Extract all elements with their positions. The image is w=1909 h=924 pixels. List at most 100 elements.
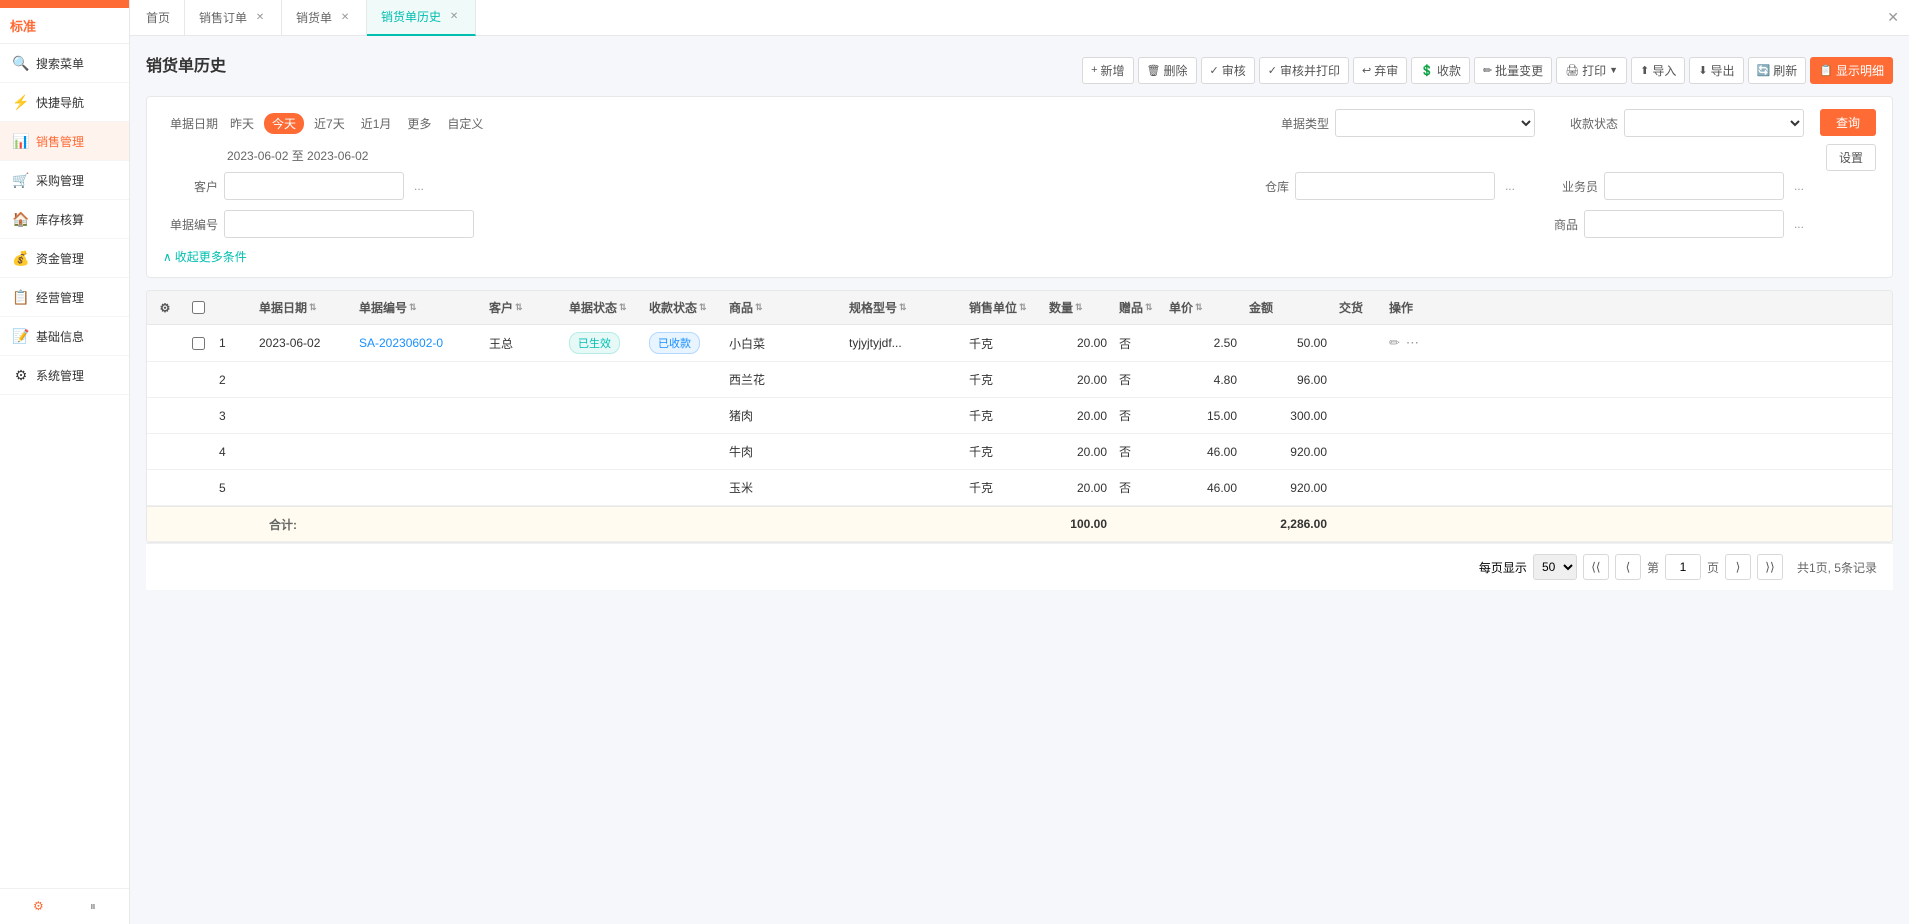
- first-page-button[interactable]: ⟨⟨: [1583, 554, 1609, 580]
- edit-icon-1[interactable]: ✏: [1389, 335, 1400, 351]
- sidebar-item-operations[interactable]: 📋 经营管理: [0, 278, 129, 317]
- th-pay-status[interactable]: 收款状态 ⇅: [643, 291, 723, 324]
- set-button[interactable]: 设置: [1826, 144, 1876, 171]
- filter-warehouse-input[interactable]: [1295, 172, 1495, 200]
- row-checkbox-1[interactable]: [192, 337, 205, 350]
- sidebar-bottom-icon2[interactable]: ⏸: [90, 899, 96, 914]
- print-label: 打印: [1582, 62, 1606, 79]
- filter-pay-status-select[interactable]: [1624, 109, 1804, 137]
- query-button[interactable]: 查询: [1820, 109, 1876, 136]
- filter-staff-label: 业务员: [1543, 178, 1598, 195]
- date-btn-yesterday[interactable]: 昨天: [224, 113, 260, 134]
- collect-button[interactable]: 💲 收款: [1411, 57, 1470, 84]
- td-trade-2: [1333, 373, 1383, 387]
- refresh-button[interactable]: 🔄 刷新: [1748, 57, 1807, 84]
- filter-order-no-input[interactable]: [224, 210, 474, 238]
- batch-change-button[interactable]: ✏ 批量变更: [1474, 57, 1552, 84]
- td-gift-1: 否: [1113, 328, 1163, 359]
- sidebar-item-finance[interactable]: 💰 资金管理: [0, 239, 129, 278]
- tab-sales-order-label: 销售订单: [199, 9, 247, 26]
- sidebar-item-quick-nav[interactable]: ⚡ 快捷导航: [0, 83, 129, 122]
- review-print-button[interactable]: ✓ 审核并打印: [1259, 57, 1349, 84]
- page-num-label: 第: [1647, 559, 1659, 576]
- sidebar-item-search-menu[interactable]: 🔍 搜索菜单: [0, 44, 129, 83]
- next-page-button[interactable]: ⟩: [1725, 554, 1751, 580]
- tab-sales-order-close[interactable]: ✕: [253, 11, 267, 25]
- th-gift[interactable]: 赠品 ⇅: [1113, 291, 1163, 324]
- page-number-input[interactable]: [1665, 554, 1701, 580]
- th-spec-label: 规格型号: [849, 299, 897, 316]
- review-icon: ✓: [1210, 64, 1219, 77]
- td-action-2: [1383, 373, 1453, 387]
- sidebar-item-label: 销售管理: [36, 133, 84, 150]
- td-order-1[interactable]: SA-20230602-0: [353, 329, 483, 357]
- filter-type-select[interactable]: [1335, 109, 1535, 137]
- date-btn-7days[interactable]: 近7天: [308, 113, 351, 134]
- filter-goods-dots[interactable]: ...: [1794, 217, 1804, 231]
- th-price[interactable]: 单价 ⇅: [1163, 291, 1243, 324]
- td-settings-3: [147, 409, 183, 423]
- th-spec[interactable]: 规格型号 ⇅: [843, 291, 963, 324]
- last-page-button[interactable]: ⟩⟩: [1757, 554, 1783, 580]
- sidebar-item-system[interactable]: ⚙ 系统管理: [0, 356, 129, 395]
- abandon-button[interactable]: ↩ 弃审: [1353, 57, 1407, 84]
- td-amount-5: 920.00: [1243, 474, 1333, 502]
- date-btn-more[interactable]: 更多: [401, 113, 437, 134]
- tab-sales-history[interactable]: 销货单历史 ✕: [367, 0, 476, 36]
- sidebar-item-purchase-mgmt[interactable]: 🛒 采购管理: [0, 161, 129, 200]
- per-page-select[interactable]: 50: [1533, 554, 1577, 580]
- sidebar-item-basic-info[interactable]: 📝 基础信息: [0, 317, 129, 356]
- td-status-5: [563, 481, 643, 495]
- td-price-4: 46.00: [1163, 438, 1243, 466]
- th-check[interactable]: [183, 291, 213, 324]
- th-customer[interactable]: 客户 ⇅: [483, 291, 563, 324]
- date-btn-1month[interactable]: 近1月: [355, 113, 398, 134]
- sidebar-item-inventory[interactable]: 🏠 库存核算: [0, 200, 129, 239]
- tab-sales-goods-close[interactable]: ✕: [338, 11, 352, 25]
- more-icon-1[interactable]: ⋯: [1406, 335, 1419, 351]
- sidebar-item-sales-mgmt[interactable]: 📊 销售管理: [0, 122, 129, 161]
- th-status[interactable]: 单据状态 ⇅: [563, 291, 643, 324]
- sidebar-top-bar: [0, 0, 129, 8]
- tab-sales-history-close[interactable]: ✕: [447, 10, 461, 24]
- order-link-1[interactable]: SA-20230602-0: [359, 336, 443, 350]
- import-button[interactable]: ⬆ 导入: [1631, 57, 1685, 84]
- td-date-3: [253, 409, 353, 423]
- show-detail-button[interactable]: 📋 显示明细: [1810, 57, 1893, 84]
- collapse-button[interactable]: ∧ 收起更多条件: [163, 248, 1804, 265]
- main-area: 首页 销售订单 ✕ 销货单 ✕ 销货单历史 ✕ ✕ 销货单历史 + 新增: [130, 0, 1909, 924]
- table-row: 4 牛肉 千克 20.00 否 46.00 920.00: [147, 434, 1892, 470]
- filter-customer-input[interactable]: [224, 172, 404, 200]
- add-button[interactable]: + 新增: [1082, 57, 1133, 84]
- prev-page-button[interactable]: ⟨: [1615, 554, 1641, 580]
- filter-customer-dots[interactable]: ...: [414, 179, 424, 193]
- filter-warehouse-dots[interactable]: ...: [1505, 179, 1515, 193]
- th-qty[interactable]: 数量 ⇅: [1043, 291, 1113, 324]
- delete-label: 删除: [1164, 62, 1188, 79]
- td-action-1: ✏ ⋯: [1383, 328, 1453, 358]
- filter-staff-dots[interactable]: ...: [1794, 179, 1804, 193]
- page-label: 页: [1707, 559, 1719, 576]
- filter-staff-input[interactable]: [1604, 172, 1784, 200]
- td-settings-5: [147, 481, 183, 495]
- review-button[interactable]: ✓ 审核: [1201, 57, 1255, 84]
- filter-goods-input[interactable]: [1584, 210, 1784, 238]
- th-settings[interactable]: ⚙: [147, 291, 183, 324]
- tab-home[interactable]: 首页: [130, 0, 185, 36]
- th-order[interactable]: 单据编号 ⇅: [353, 291, 483, 324]
- th-goods[interactable]: 商品 ⇅: [723, 291, 843, 324]
- date-btn-custom[interactable]: 自定义: [441, 113, 489, 134]
- date-btn-today[interactable]: 今天: [264, 113, 304, 134]
- export-button[interactable]: ⬇ 导出: [1689, 57, 1743, 84]
- td-check-1[interactable]: [183, 330, 213, 357]
- print-button[interactable]: 🖨 打印 ▼: [1556, 57, 1627, 84]
- review-print-label: 审核并打印: [1280, 62, 1340, 79]
- sidebar-bottom-icon1[interactable]: ⚙: [33, 899, 44, 914]
- th-date[interactable]: 单据日期 ⇅: [253, 291, 353, 324]
- tab-sales-order[interactable]: 销售订单 ✕: [185, 0, 282, 36]
- th-unit[interactable]: 销售单位 ⇅: [963, 291, 1043, 324]
- tab-sales-goods[interactable]: 销货单 ✕: [282, 0, 367, 36]
- delete-button[interactable]: 🗑 删除: [1138, 57, 1197, 84]
- tab-bar-close-all[interactable]: ✕: [1887, 9, 1909, 26]
- select-all-checkbox[interactable]: [192, 301, 205, 314]
